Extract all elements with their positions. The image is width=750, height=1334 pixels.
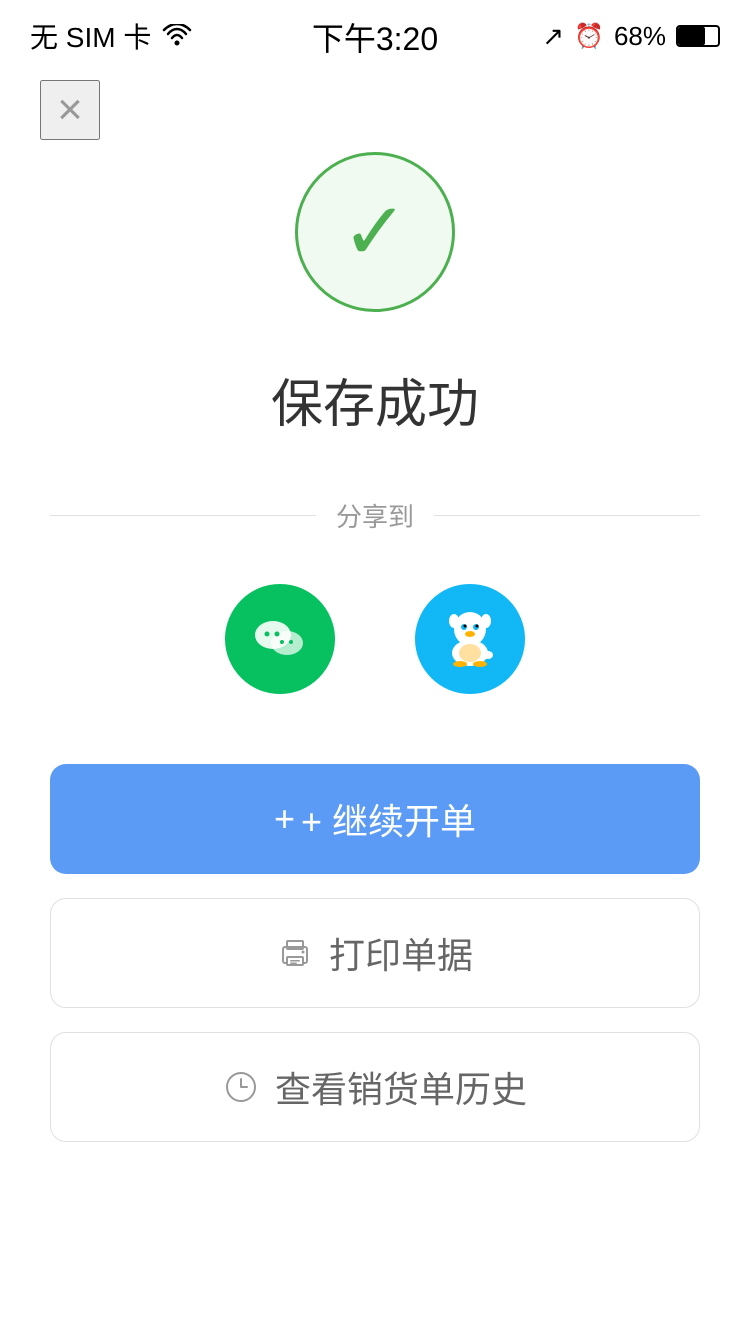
success-title: 保存成功	[271, 362, 479, 437]
history-icon	[223, 1069, 259, 1105]
battery-percent: 68%	[614, 21, 666, 52]
location-icon: ↗	[542, 21, 564, 52]
status-bar-right: ↗ ⏰ 68%	[542, 21, 720, 52]
divider-line-left	[50, 515, 316, 516]
qq-icon	[438, 607, 502, 671]
plus-icon: +	[274, 798, 295, 840]
history-button[interactable]: 查看销货单历史	[50, 1032, 700, 1142]
status-bar: 无 SIM 卡 下午3:20 ↗ ⏰ 68%	[0, 0, 750, 72]
continue-button[interactable]: + + 继续开单	[50, 764, 700, 874]
history-label: 查看销货单历史	[275, 1061, 527, 1113]
close-icon: ×	[57, 88, 83, 132]
alarm-icon: ⏰	[574, 22, 604, 51]
success-circle: ✓	[295, 152, 455, 312]
close-button[interactable]: ×	[40, 80, 100, 140]
print-button[interactable]: 打印单据	[50, 898, 700, 1008]
continue-label: + 继续开单	[301, 793, 476, 845]
battery-icon	[676, 25, 720, 47]
divider-line-right	[434, 515, 700, 516]
share-divider: 分享到	[0, 497, 750, 534]
share-icons-container	[225, 584, 525, 694]
wechat-share-button[interactable]	[225, 584, 335, 694]
time-display: 下午3:20	[312, 14, 438, 60]
buttons-area: + + 继续开单 打印单据 查看销货单历史	[0, 764, 750, 1142]
carrier-label: 无 SIM 卡	[30, 16, 151, 56]
wifi-icon	[161, 24, 193, 48]
print-icon	[277, 935, 313, 971]
main-content: ✓ 保存成功 分享到	[0, 72, 750, 1142]
qq-share-button[interactable]	[415, 584, 525, 694]
checkmark-icon: ✓	[341, 192, 408, 272]
print-label: 打印单据	[329, 927, 473, 979]
status-bar-left: 无 SIM 卡	[30, 16, 193, 56]
wechat-icon	[248, 607, 312, 671]
share-label: 分享到	[316, 497, 434, 534]
